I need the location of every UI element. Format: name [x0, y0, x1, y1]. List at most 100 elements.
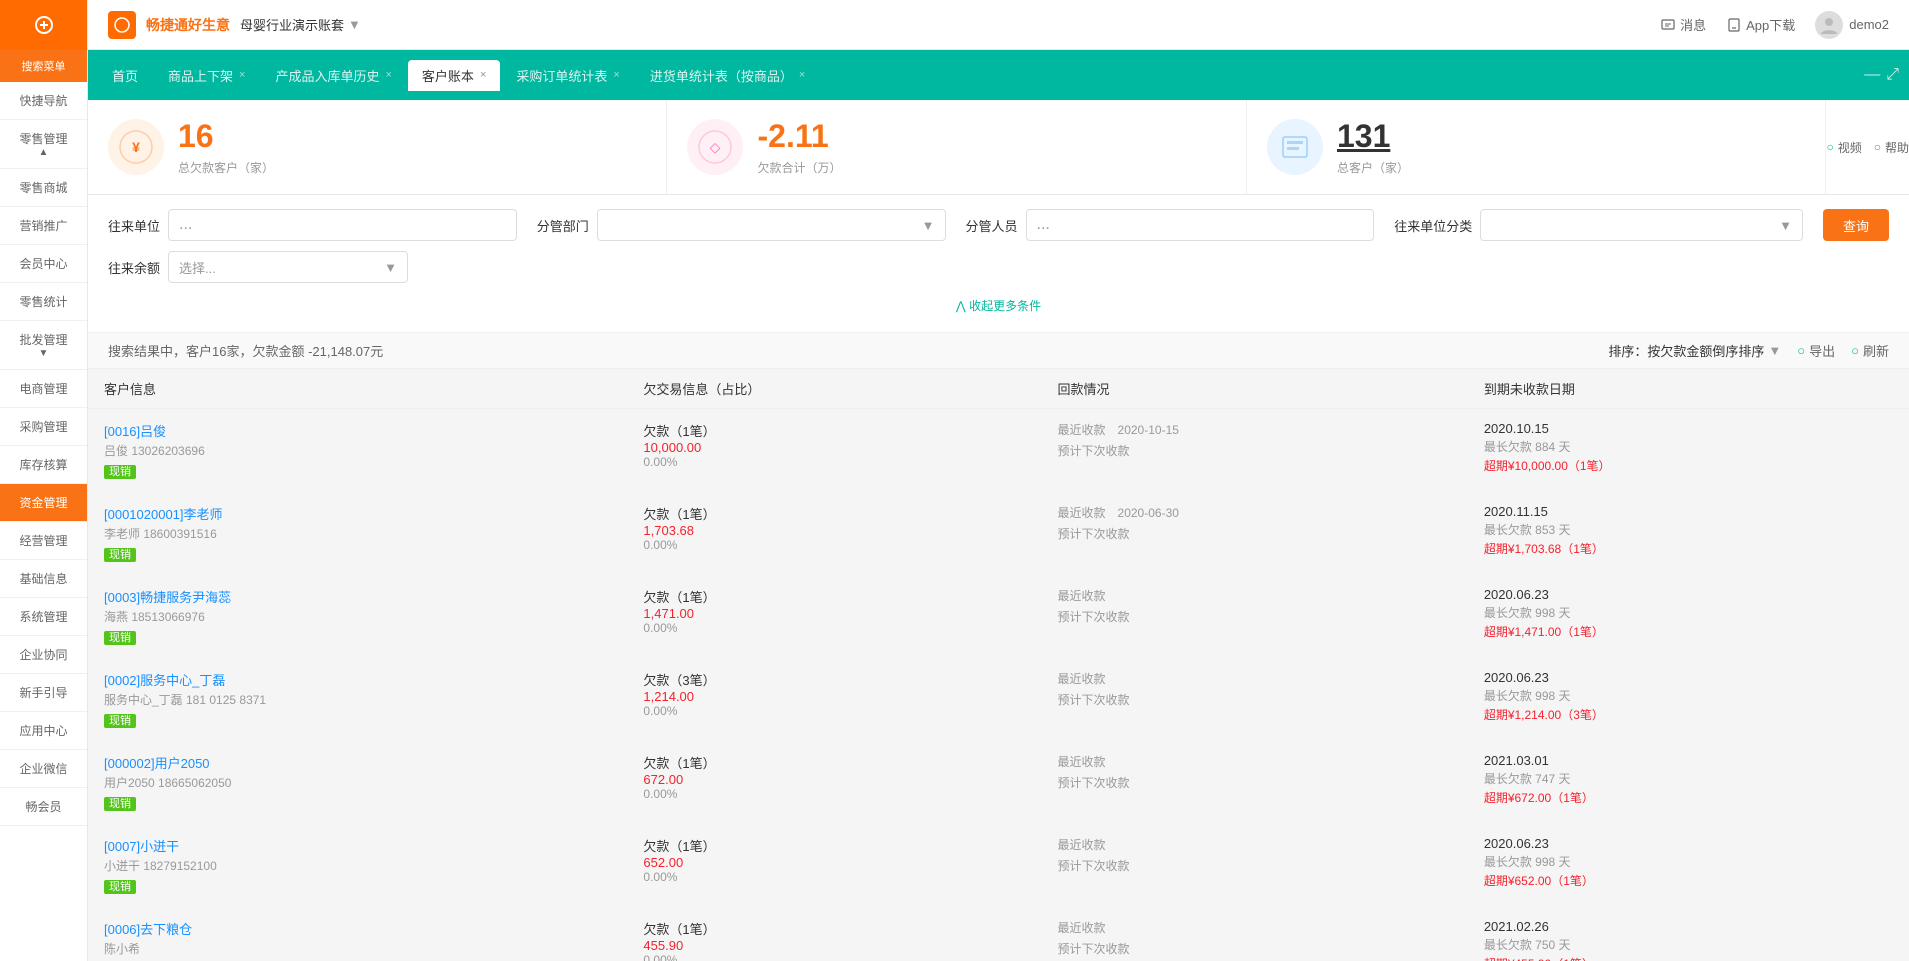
overdue-text[interactable]: 超期¥10,000.00（1笔）	[1484, 457, 1893, 474]
app-download-btn[interactable]: App下载	[1726, 15, 1795, 34]
filter-balance-input[interactable]: 选择... ▼	[168, 251, 408, 283]
refresh-btn[interactable]: ○ 刷新	[1851, 341, 1889, 360]
tab-product-history-close[interactable]: ×	[385, 69, 391, 81]
customer-name-link[interactable]: [0016]吕俊	[104, 424, 166, 439]
due-date: 2020.11.15	[1484, 504, 1893, 519]
overdue-text[interactable]: 超期¥652.00（1笔）	[1484, 872, 1893, 889]
debt-amount[interactable]: 672.00	[643, 772, 1025, 787]
table-row: [0002]服务中心_丁磊 服务中心_丁磊 181 0125 8371 现销 欠…	[88, 658, 1909, 741]
overdue-days: 最长欠款 853 天	[1484, 521, 1893, 538]
sidebar-item-finance[interactable]: 资金管理	[0, 484, 87, 522]
filter-balance-label: 往来余额	[108, 258, 160, 277]
overdue-text[interactable]: 超期¥672.00（1笔）	[1484, 789, 1893, 806]
customer-name-link[interactable]: [0001020001]李老师	[104, 507, 223, 522]
tab-home[interactable]: 首页	[98, 60, 152, 91]
debt-count: 欠款（1笔）	[643, 504, 1025, 523]
sidebar-search[interactable]: 搜索菜单	[0, 50, 87, 82]
col-debt-info: 欠交易信息（占比）	[627, 369, 1041, 409]
tab-import-stat-close[interactable]: ×	[799, 69, 805, 81]
sidebar-item-system[interactable]: 系统管理	[0, 598, 87, 636]
debt-amount[interactable]: 455.90	[643, 938, 1025, 953]
customer-info-cell: [0002]服务中心_丁磊 服务中心_丁磊 181 0125 8371 现销	[88, 658, 627, 741]
tab-product-shelf[interactable]: 商品上下架 ×	[154, 60, 259, 91]
view-btn[interactable]: ○ 视频	[1826, 139, 1861, 156]
customer-contact: 吕俊 13026203696	[104, 442, 611, 459]
sidebar-item-member[interactable]: 会员中心	[0, 245, 87, 283]
maximize-btn[interactable]: ⤢	[1886, 66, 1899, 84]
customer-name-link[interactable]: [0007]小迸干	[104, 839, 179, 854]
debt-percent: 0.00%	[643, 621, 1025, 635]
customer-name-link[interactable]: [000002]用户2050	[104, 756, 210, 771]
tab-product-shelf-close[interactable]: ×	[239, 69, 245, 81]
customer-tag: 现销	[104, 548, 136, 562]
overdue-text[interactable]: 超期¥455.90（1笔）	[1484, 955, 1893, 961]
sidebar-item-vip[interactable]: 畅会员	[0, 788, 87, 826]
filter-row-1: 往来单位 ... 分管部门 ▼ 分管人员	[108, 209, 1889, 241]
filter-collapse-btn[interactable]: ⋀ 收起更多条件	[108, 293, 1889, 318]
sidebar-item-app-center[interactable]: 应用中心	[0, 712, 87, 750]
overdue-text[interactable]: 超期¥1,214.00（3笔）	[1484, 706, 1893, 723]
filter-unit-class-input[interactable]: ▼	[1480, 209, 1803, 241]
filter-source-unit-dots: ...	[179, 216, 192, 234]
debt-amount[interactable]: 1,214.00	[643, 689, 1025, 704]
sidebar-item-purchase[interactable]: 采购管理	[0, 408, 87, 446]
svg-text:◇: ◇	[710, 139, 721, 155]
sidebar-item-basic-info[interactable]: 基础信息	[0, 560, 87, 598]
query-button[interactable]: 查询	[1823, 209, 1889, 241]
filter-source-unit-label: 往来单位	[108, 216, 160, 235]
debt-percent: 0.00%	[643, 787, 1025, 801]
filter-row-2: 往来余额 选择... ▼	[108, 251, 1889, 283]
customer-info-cell: [0003]畅捷服务尹海蕊 海燕 18513066976 现销	[88, 575, 627, 658]
sidebar-item-marketing[interactable]: 营销推广	[0, 207, 87, 245]
sidebar-item-retail-stat[interactable]: 零售统计	[0, 283, 87, 321]
debt-amount[interactable]: 652.00	[643, 855, 1025, 870]
message-btn[interactable]: 消息	[1660, 15, 1706, 34]
sidebar-item-batch-mgmt[interactable]: 批发管理 ▼	[0, 321, 87, 370]
tab-import-stat[interactable]: 进货单统计表（按商品） ×	[636, 60, 819, 91]
company-selector[interactable]: 母婴行业演示账套 ▼	[240, 15, 361, 34]
filter-source-unit-input[interactable]: ...	[168, 209, 517, 241]
stat-total-customers: 131 总客户（家）	[1247, 100, 1826, 194]
sidebar-item-retail-mall[interactable]: 零售商城	[0, 169, 87, 207]
export-btn[interactable]: ○ 导出	[1797, 341, 1835, 360]
last-payment: 最近收款	[1058, 836, 1452, 853]
debt-info-cell: 欠款（3笔） 1,214.00 0.00%	[627, 658, 1041, 741]
stat-debt-customers-info: 16 总欠款客户（家）	[178, 118, 274, 176]
sidebar-item-wechat[interactable]: 企业微信	[0, 750, 87, 788]
debt-count: 欠款（1笔）	[643, 919, 1025, 938]
debt-percent: 0.00%	[643, 870, 1025, 884]
tab-customer-account-close[interactable]: ×	[480, 69, 486, 81]
sidebar-item-enterprise[interactable]: 企业协同	[0, 636, 87, 674]
debt-amount[interactable]: 1,703.68	[643, 523, 1025, 538]
customer-name-link[interactable]: [0002]服务中心_丁磊	[104, 673, 225, 688]
filter-source-unit: 往来单位 ...	[108, 209, 517, 241]
sidebar-item-quick-nav[interactable]: 快捷导航	[0, 82, 87, 120]
user-menu[interactable]: demo2	[1815, 11, 1889, 39]
minimize-btn[interactable]: —	[1864, 66, 1880, 84]
tab-customer-account[interactable]: 客户账本 ×	[408, 60, 500, 91]
sort-selector[interactable]: 排序：按欠款金额倒序排序 ▼	[1608, 341, 1781, 360]
tab-purchase-order-close[interactable]: ×	[613, 69, 619, 81]
customer-name-link[interactable]: [0006]去下粮仓	[104, 922, 192, 937]
help-btn[interactable]: ○ 帮助	[1874, 139, 1909, 156]
overdue-text[interactable]: 超期¥1,703.68（1笔）	[1484, 540, 1893, 557]
sidebar-item-operations[interactable]: 经营管理	[0, 522, 87, 560]
debt-amount[interactable]: 1,471.00	[643, 606, 1025, 621]
filter-dept-input[interactable]: ▼	[597, 209, 946, 241]
batch-mgmt-arrow: ▼	[4, 348, 83, 359]
tab-purchase-order[interactable]: 采购订单统计表 ×	[502, 60, 633, 91]
stat-debt-amount-info: -2.11 欠款合计（万）	[757, 118, 841, 176]
sidebar-item-newbie[interactable]: 新手引导	[0, 674, 87, 712]
sidebar-item-retail-mgmt[interactable]: 零售管理 ▲	[0, 120, 87, 169]
debt-amount[interactable]: 10,000.00	[643, 440, 1025, 455]
filter-unit-class: 往来单位分类 ▼	[1394, 209, 1803, 241]
customer-name-link[interactable]: [0003]畅捷服务尹海蕊	[104, 590, 231, 605]
table-row: [0003]畅捷服务尹海蕊 海燕 18513066976 现销 欠款（1笔） 1…	[88, 575, 1909, 658]
stat-total-customers-icon	[1267, 119, 1323, 175]
sidebar-item-inventory[interactable]: 库存核算	[0, 446, 87, 484]
overdue-text[interactable]: 超期¥1,471.00（1笔）	[1484, 623, 1893, 640]
tab-product-history[interactable]: 产成品入库单历史 ×	[261, 60, 405, 91]
filter-manager-input[interactable]: ...	[1026, 209, 1375, 241]
debt-count: 欠款（3笔）	[643, 670, 1025, 689]
sidebar-item-ecommerce[interactable]: 电商管理	[0, 370, 87, 408]
